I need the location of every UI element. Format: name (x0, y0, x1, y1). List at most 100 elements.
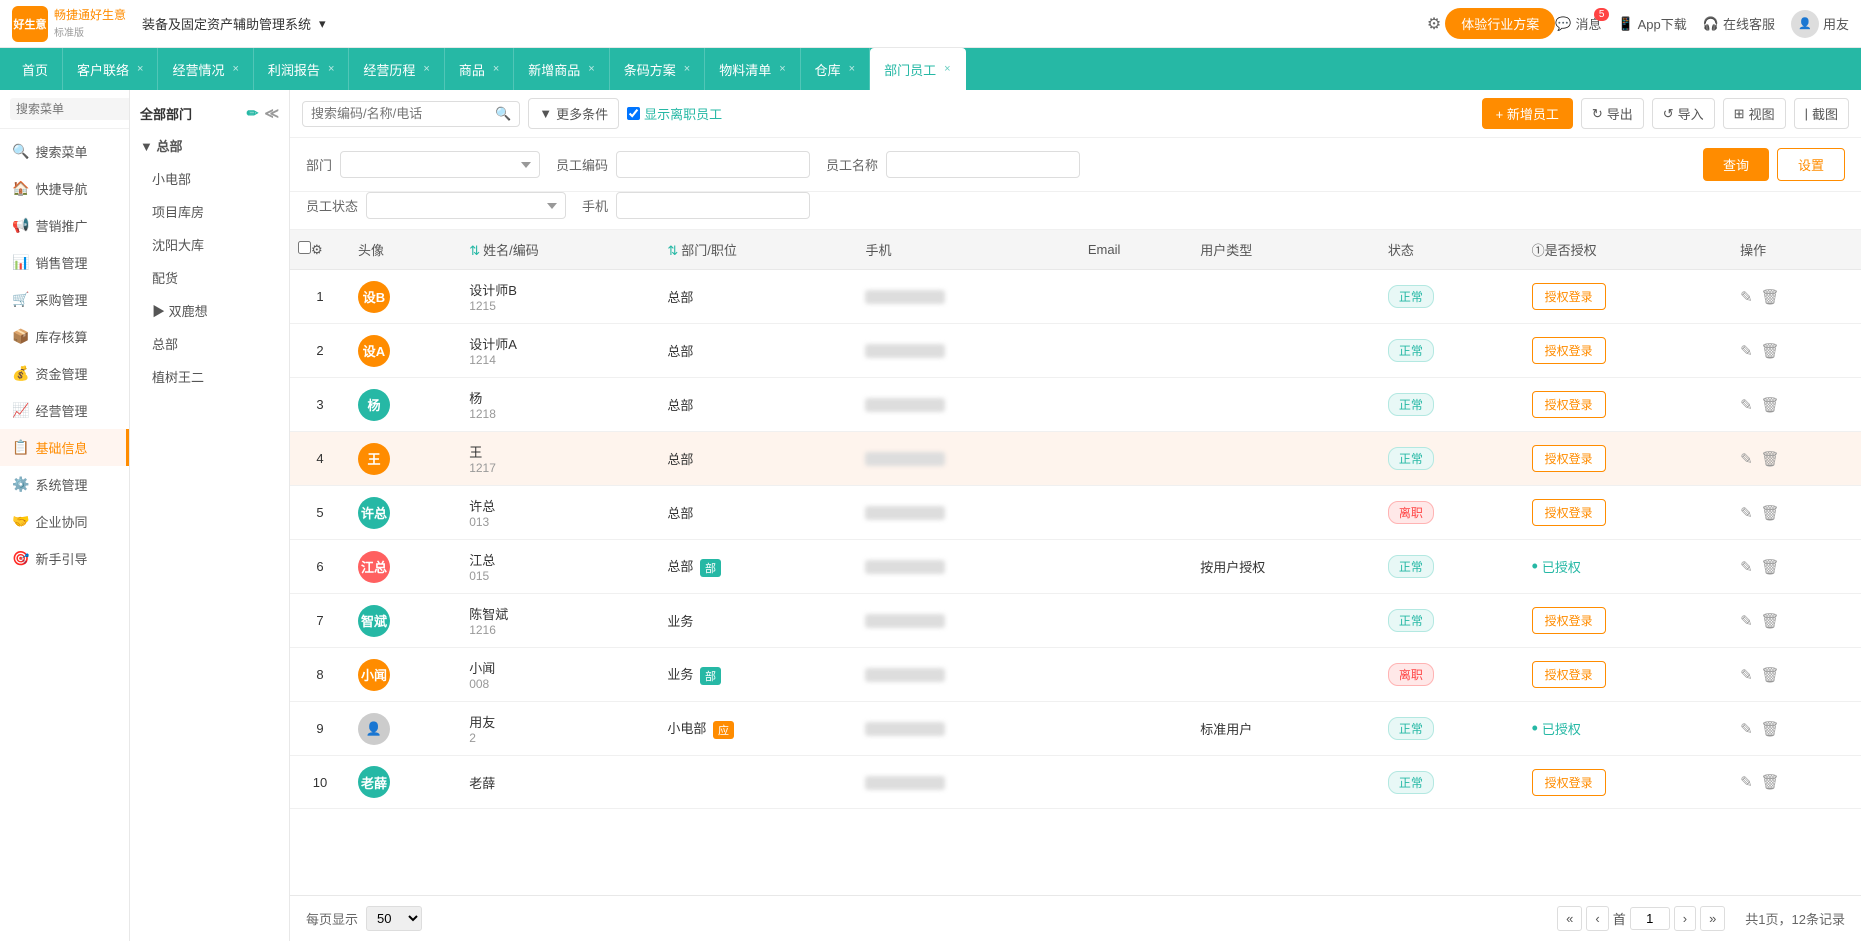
edit-icon[interactable]: ✎ (1740, 612, 1753, 630)
auth-button[interactable]: 授权登录 (1532, 499, 1606, 526)
edit-icon[interactable]: ✎ (1740, 342, 1753, 360)
nav-tab[interactable]: 仓库× (801, 48, 870, 90)
edit-icon[interactable]: ✎ (1740, 504, 1753, 522)
delete-icon[interactable]: 🗑 (1761, 342, 1780, 360)
message-button[interactable]: 💬 消息 5 (1555, 14, 1601, 33)
delete-icon[interactable]: 🗑 (1761, 612, 1780, 630)
sidebar-item[interactable]: 🎯新手引导 (0, 540, 129, 577)
filter-name-input[interactable] (886, 151, 1080, 178)
dept-tree-item[interactable]: 小电部 (130, 162, 289, 195)
nav-tab[interactable]: 部门员工× (870, 48, 965, 90)
dept-tree-item[interactable]: 项目库房 (130, 195, 289, 228)
delete-icon[interactable]: 🗑 (1761, 288, 1780, 306)
per-page-select[interactable]: 50 100 (366, 906, 422, 931)
auth-button[interactable]: 授权登录 (1532, 391, 1606, 418)
show-resigned-toggle[interactable]: 显示离职员工 (627, 104, 722, 123)
nav-tab[interactable]: 经营情况× (158, 48, 253, 90)
dept-tree-item[interactable]: ▼ 总部 (130, 129, 289, 162)
delete-icon[interactable]: 🗑 (1761, 504, 1780, 522)
first-page-button[interactable]: « (1557, 906, 1582, 931)
delete-icon[interactable]: 🗑 (1761, 396, 1780, 414)
more-button[interactable]: | 截图 (1794, 98, 1849, 129)
sidebar-item[interactable]: 🤝企业协同 (0, 503, 129, 540)
add-employee-button[interactable]: + 新增员工 (1482, 98, 1573, 129)
auth-button[interactable]: 授权登录 (1532, 445, 1606, 472)
sidebar-item[interactable]: 📋基础信息 (0, 429, 129, 466)
tab-close-icon[interactable]: × (232, 63, 238, 75)
edit-icon[interactable]: ✎ (1740, 720, 1753, 738)
filter-dept-select[interactable] (340, 151, 540, 178)
filter-status-select[interactable] (366, 192, 566, 219)
nav-tab[interactable]: 经营历程× (349, 48, 444, 90)
tab-close-icon[interactable]: × (779, 63, 785, 75)
sidebar-search-input[interactable] (10, 98, 130, 120)
dept-tree-item[interactable]: 配货 (130, 261, 289, 294)
sidebar-item[interactable]: 🏠快捷导航 (0, 170, 129, 207)
prev-page-button[interactable]: ‹ (1586, 906, 1608, 931)
nav-tab[interactable]: 物料清单× (705, 48, 800, 90)
sidebar-item[interactable]: 🛒采购管理 (0, 281, 129, 318)
sidebar-item[interactable]: 💰资金管理 (0, 355, 129, 392)
nav-tab[interactable]: 商品× (445, 48, 514, 90)
export-button[interactable]: ↻ 导出 (1581, 98, 1644, 129)
delete-icon[interactable]: 🗑 (1761, 666, 1780, 684)
nav-tab[interactable]: 利润报告× (254, 48, 349, 90)
tab-close-icon[interactable]: × (423, 63, 429, 75)
tab-close-icon[interactable]: × (493, 63, 499, 75)
online-service-button[interactable]: 🎧 在线客服 (1703, 14, 1775, 33)
auth-button[interactable]: 授权登录 (1532, 337, 1606, 364)
sidebar-item[interactable]: 📦库存核算 (0, 318, 129, 355)
show-resigned-checkbox[interactable] (627, 107, 640, 120)
last-page-button[interactable]: » (1700, 906, 1725, 931)
dept-collapse-icon[interactable]: ≪ (264, 105, 279, 122)
set-button[interactable]: 设置 (1777, 148, 1845, 181)
sidebar-item[interactable]: 📢营销推广 (0, 207, 129, 244)
delete-icon[interactable]: 🗑 (1761, 558, 1780, 576)
settings-icon[interactable]: ⚙ (311, 242, 323, 257)
delete-icon[interactable]: 🗑 (1761, 450, 1780, 468)
edit-icon[interactable]: ✎ (1740, 666, 1753, 684)
filter-code-input[interactable] (616, 151, 810, 178)
auth-button[interactable]: 授权登录 (1532, 769, 1606, 796)
sidebar-item[interactable]: 📈经营管理 (0, 392, 129, 429)
nav-tab[interactable]: 条码方案× (610, 48, 705, 90)
tab-close-icon[interactable]: × (849, 63, 855, 75)
edit-icon[interactable]: ✎ (1740, 396, 1753, 414)
import-button[interactable]: ↺ 导入 (1652, 98, 1715, 129)
edit-icon[interactable]: ✎ (1740, 558, 1753, 576)
page-number-input[interactable] (1630, 907, 1670, 930)
delete-icon[interactable]: 🗑 (1761, 773, 1780, 791)
tab-close-icon[interactable]: × (137, 63, 143, 75)
edit-icon[interactable]: ✎ (1740, 450, 1753, 468)
view-button[interactable]: ⊞ 视图 (1723, 98, 1786, 129)
tab-close-icon[interactable]: × (684, 63, 690, 75)
dept-tree-item[interactable]: 植树王二 (130, 360, 289, 393)
filter-phone-input[interactable] (616, 192, 810, 219)
nav-tab[interactable]: 首页 (8, 48, 63, 90)
app-download-button[interactable]: 📱 App下载 (1617, 14, 1686, 33)
more-filters-button[interactable]: ▼ 更多条件 (528, 98, 619, 129)
select-all-checkbox[interactable] (298, 241, 311, 254)
dept-tree-item[interactable]: 总部 (130, 327, 289, 360)
sidebar-item[interactable]: 📊销售管理 (0, 244, 129, 281)
search-input[interactable] (311, 106, 491, 121)
dept-tree-item[interactable]: ▶ 双鹿想 (130, 294, 289, 327)
user-menu[interactable]: 👤 用友 (1791, 10, 1849, 38)
edit-icon[interactable]: ✎ (1740, 773, 1753, 791)
nav-tab[interactable]: 客户联络× (63, 48, 158, 90)
delete-icon[interactable]: 🗑 (1761, 720, 1780, 738)
auth-button[interactable]: 授权登录 (1532, 661, 1606, 688)
trial-button[interactable]: 体验行业方案 (1445, 8, 1555, 39)
tab-close-icon[interactable]: × (588, 63, 594, 75)
gear-button[interactable]: ⚙ (1423, 10, 1445, 38)
sidebar-item[interactable]: 🔍搜索菜单 (0, 133, 129, 170)
auth-button[interactable]: 授权登录 (1532, 283, 1606, 310)
tab-close-icon[interactable]: × (944, 63, 950, 75)
tab-close-icon[interactable]: × (328, 63, 334, 75)
dept-edit-icon[interactable]: ✏ (247, 105, 259, 122)
sidebar-item[interactable]: ⚙️系统管理 (0, 466, 129, 503)
edit-icon[interactable]: ✎ (1740, 288, 1753, 306)
next-page-button[interactable]: › (1674, 906, 1696, 931)
auth-button[interactable]: 授权登录 (1532, 607, 1606, 634)
nav-tab[interactable]: 新增商品× (514, 48, 609, 90)
